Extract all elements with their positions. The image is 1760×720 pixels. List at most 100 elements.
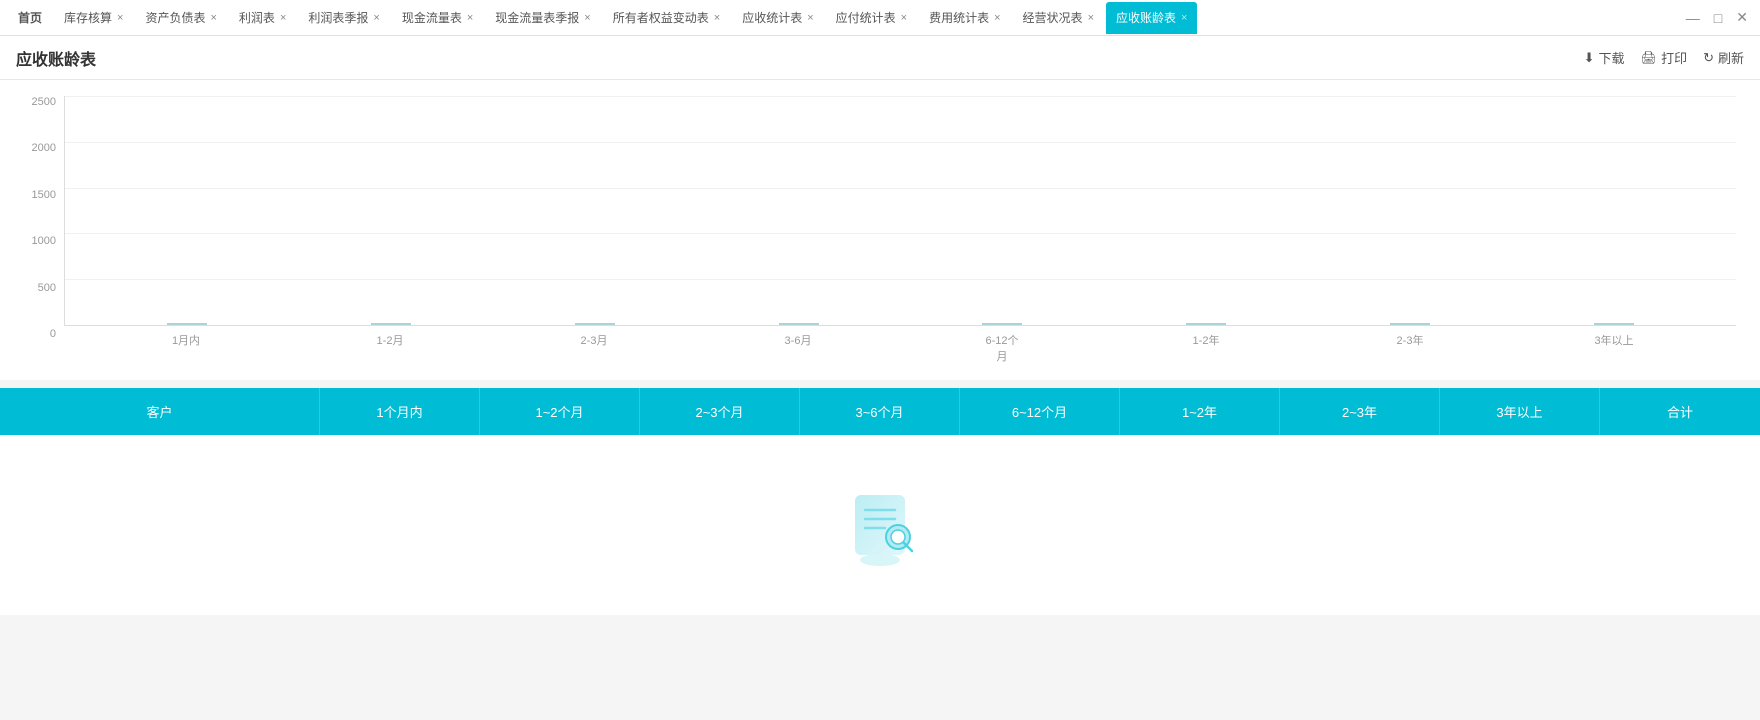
- tab-balance-close[interactable]: ×: [210, 12, 216, 24]
- tab-equity-close[interactable]: ×: [714, 12, 720, 24]
- table-header: 客户 1个月内 1~2个月 2~3个月 3~6个月 6~12个月 1~2年 2~…: [0, 388, 1760, 435]
- bars-container: [65, 96, 1736, 325]
- bar-1-2月: [371, 323, 411, 325]
- download-button[interactable]: ⬇ 下载: [1584, 48, 1625, 67]
- bar-2-3年: [1390, 323, 1430, 325]
- x-axis: 1月内 1-2月 2-3月 3-6月 6-12个月 1-2年 2-3年 3年以上: [64, 326, 1736, 364]
- print-button[interactable]: 🖨 打印: [1641, 48, 1688, 67]
- col-3year-plus: 3年以上: [1440, 388, 1600, 435]
- bar-1月内: [167, 323, 207, 325]
- bar-group-5: [982, 323, 1022, 325]
- tab-inventory-close[interactable]: ×: [117, 12, 123, 24]
- bar-2-3月: [575, 323, 615, 325]
- refresh-icon: ↻: [1703, 50, 1714, 66]
- tab-bar: 首页 库存核算 × 资产负债表 × 利润表 × 利润表季报 × 现金流量表 × …: [0, 0, 1760, 36]
- tab-operations[interactable]: 经营状况表 ×: [1013, 2, 1104, 34]
- tab-ar-aging-close[interactable]: ×: [1181, 12, 1187, 24]
- download-label: 下载: [1599, 48, 1625, 67]
- tab-cashflow-close[interactable]: ×: [467, 12, 473, 24]
- x-label-7: 2-3年: [1390, 332, 1430, 364]
- bar-group-2: [371, 323, 411, 325]
- tab-profit-close[interactable]: ×: [280, 12, 286, 24]
- tab-inventory-label: 库存核算: [64, 9, 112, 26]
- tab-receivable-stat[interactable]: 应收统计表 ×: [732, 2, 823, 34]
- minimize-button[interactable]: —: [1682, 6, 1704, 30]
- tab-cashflow-quarterly-close[interactable]: ×: [584, 12, 590, 24]
- page-title: 应收账龄表: [16, 46, 96, 70]
- y-label-0: 0: [50, 328, 56, 340]
- chart-wrapper: 2500 2000 1500 1000 500 0: [24, 96, 1736, 364]
- col-2-3month: 2~3个月: [640, 388, 800, 435]
- x-label-6: 1-2年: [1186, 332, 1226, 364]
- tab-cashflow-quarterly-label: 现金流量表季报: [495, 9, 579, 26]
- x-label-4: 3-6月: [778, 332, 818, 364]
- chart-plot: [64, 96, 1736, 326]
- bar-3年以上: [1594, 323, 1634, 325]
- col-6-12month: 6~12个月: [960, 388, 1120, 435]
- print-label: 打印: [1661, 48, 1687, 67]
- x-label-8: 3年以上: [1594, 332, 1634, 364]
- col-1month: 1个月内: [320, 388, 480, 435]
- tab-balance-label: 资产负债表: [145, 9, 205, 26]
- tab-profit-label: 利润表: [239, 9, 275, 26]
- col-1-2year: 1~2年: [1120, 388, 1280, 435]
- tab-profit-quarterly[interactable]: 利润表季报 ×: [298, 2, 389, 34]
- y-label-3: 1500: [32, 189, 56, 201]
- y-axis: 2500 2000 1500 1000 500 0: [24, 96, 64, 364]
- bar-1-2年: [1186, 323, 1226, 325]
- bar-group-4: [779, 323, 819, 325]
- maximize-button[interactable]: □: [1710, 6, 1726, 30]
- tab-expense-stat-close[interactable]: ×: [994, 12, 1000, 24]
- refresh-label: 刷新: [1718, 48, 1744, 67]
- tab-cashflow-quarterly[interactable]: 现金流量表季报 ×: [485, 2, 600, 34]
- y-label-1: 500: [38, 282, 56, 294]
- chart-area: 2500 2000 1500 1000 500 0: [0, 80, 1760, 380]
- tab-balance[interactable]: 资产负债表 ×: [135, 2, 226, 34]
- col-customer: 客户: [0, 388, 320, 435]
- x-label-2: 1-2月: [370, 332, 410, 364]
- tab-payable-stat-label: 应付统计表: [836, 9, 896, 26]
- tab-payable-stat-close[interactable]: ×: [901, 12, 907, 24]
- y-label-5: 2500: [32, 96, 56, 108]
- tab-profit-quarterly-label: 利润表季报: [308, 9, 368, 26]
- tab-profit[interactable]: 利润表 ×: [229, 2, 296, 34]
- col-1-2month: 1~2个月: [480, 388, 640, 435]
- col-3-6month: 3~6个月: [800, 388, 960, 435]
- tab-operations-label: 经营状况表: [1023, 9, 1083, 26]
- tab-equity[interactable]: 所有者权益变动表 ×: [603, 2, 730, 34]
- x-label-5: 6-12个月: [982, 332, 1022, 364]
- empty-state: [0, 435, 1760, 615]
- bar-group-7: [1390, 323, 1430, 325]
- tab-home-label: 首页: [18, 9, 42, 26]
- bar-group-1: [167, 323, 207, 325]
- tab-ar-aging[interactable]: 应收账龄表 ×: [1106, 2, 1197, 34]
- tab-operations-close[interactable]: ×: [1088, 12, 1094, 24]
- bar-group-8: [1594, 323, 1634, 325]
- tab-cashflow[interactable]: 现金流量表 ×: [392, 2, 483, 34]
- tab-receivable-stat-close[interactable]: ×: [807, 12, 813, 24]
- refresh-button[interactable]: ↻ 刷新: [1703, 48, 1744, 67]
- tab-payable-stat[interactable]: 应付统计表 ×: [826, 2, 917, 34]
- tab-cashflow-label: 现金流量表: [402, 9, 462, 26]
- bar-6-12月: [982, 323, 1022, 325]
- chart-body: 1月内 1-2月 2-3月 3-6月 6-12个月 1-2年 2-3年 3年以上: [64, 96, 1736, 364]
- col-total: 合计: [1600, 388, 1760, 435]
- y-label-2: 1000: [32, 235, 56, 247]
- tab-expense-stat-label: 费用统计表: [929, 9, 989, 26]
- header-actions: ⬇ 下载 🖨 打印 ↻ 刷新: [1584, 48, 1744, 67]
- bar-group-3: [575, 323, 615, 325]
- tab-ar-aging-label: 应收账龄表: [1116, 9, 1176, 26]
- tab-home[interactable]: 首页: [8, 2, 52, 34]
- tab-expense-stat[interactable]: 费用统计表 ×: [919, 2, 1010, 34]
- print-icon: 🖨: [1641, 50, 1658, 66]
- col-2-3year: 2~3年: [1280, 388, 1440, 435]
- window-actions: — □ ✕: [1682, 5, 1752, 30]
- tab-equity-label: 所有者权益变动表: [613, 9, 709, 26]
- tab-inventory[interactable]: 库存核算 ×: [54, 2, 133, 34]
- x-label-3: 2-3月: [574, 332, 614, 364]
- section-divider: [0, 380, 1760, 388]
- download-icon: ⬇: [1584, 50, 1595, 66]
- close-button[interactable]: ✕: [1732, 5, 1752, 30]
- tab-profit-quarterly-close[interactable]: ×: [373, 12, 379, 24]
- bar-group-6: [1186, 323, 1226, 325]
